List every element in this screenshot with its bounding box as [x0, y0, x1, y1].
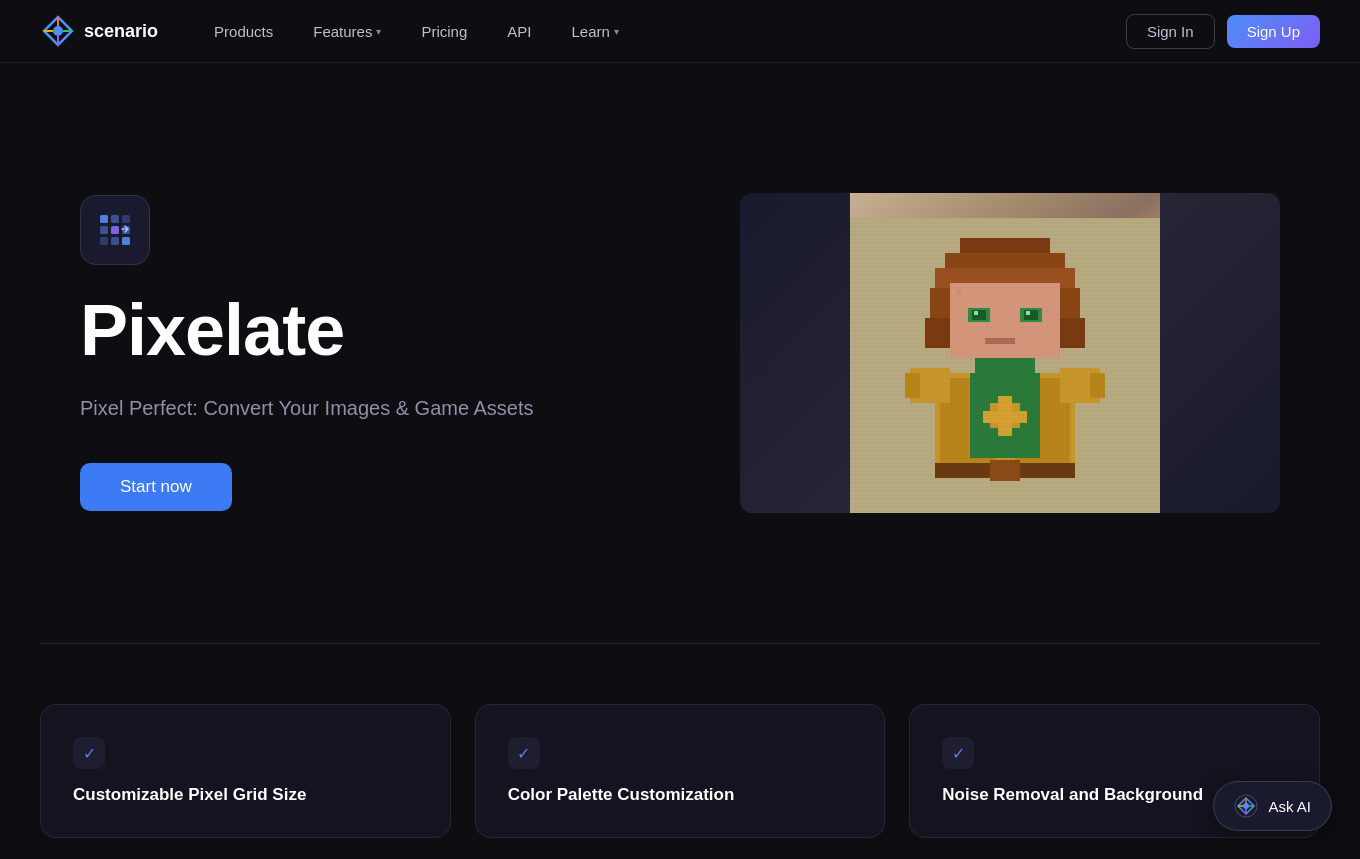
nav-features[interactable]: Features ▾	[297, 15, 397, 48]
logo-text: scenario	[84, 21, 158, 42]
hero-subtitle: Pixel Perfect: Convert Your Images & Gam…	[80, 393, 534, 423]
features-section: ✓ Customizable Pixel Grid Size ✓ Color P…	[0, 644, 1360, 859]
logo[interactable]: scenario	[40, 13, 158, 49]
feature-check-icon-2: ✓	[508, 737, 540, 769]
svg-rect-14	[111, 237, 119, 245]
features-chevron-icon: ▾	[376, 26, 381, 37]
ask-ai-button[interactable]: Ask AI	[1213, 781, 1332, 831]
nav-api[interactable]: API	[491, 15, 547, 48]
pixelate-icon	[96, 211, 134, 249]
hero-content: Pixelate Pixel Perfect: Convert Your Ima…	[80, 195, 534, 511]
svg-point-2	[53, 26, 63, 36]
logo-icon	[40, 13, 76, 49]
nav-pricing[interactable]: Pricing	[405, 15, 483, 48]
nav-learn[interactable]: Learn ▾	[556, 15, 635, 48]
learn-chevron-icon: ▾	[614, 26, 619, 37]
signup-button[interactable]: Sign Up	[1227, 15, 1320, 48]
nav-products[interactable]: Products	[198, 15, 289, 48]
feature-check-icon-1: ✓	[73, 737, 105, 769]
svg-rect-8	[111, 215, 119, 223]
signin-button[interactable]: Sign In	[1126, 14, 1215, 49]
hero-title: Pixelate	[80, 293, 534, 369]
product-icon	[80, 195, 150, 265]
ask-ai-icon	[1234, 794, 1258, 818]
svg-point-52	[1243, 803, 1249, 809]
start-now-button[interactable]: Start now	[80, 463, 232, 511]
feature-check-icon-3: ✓	[942, 737, 974, 769]
svg-rect-15	[122, 237, 130, 245]
navbar-right: Sign In Sign Up	[1126, 14, 1320, 49]
svg-rect-11	[111, 226, 119, 234]
hero-image	[740, 193, 1280, 513]
pixel-character-art	[850, 218, 1160, 513]
svg-rect-7	[100, 215, 108, 223]
navbar-left: scenario Products Features ▾ Pricing API…	[40, 13, 635, 49]
ask-ai-label: Ask AI	[1268, 798, 1311, 815]
hero-section: Pixelate Pixel Perfect: Convert Your Ima…	[0, 63, 1360, 643]
feature-title-1: Customizable Pixel Grid Size	[73, 785, 418, 805]
svg-rect-9	[122, 215, 130, 223]
navbar: scenario Products Features ▾ Pricing API…	[0, 0, 1360, 63]
feature-card-1: ✓ Customizable Pixel Grid Size	[40, 704, 451, 838]
feature-title-2: Color Palette Customization	[508, 785, 853, 805]
feature-card-2: ✓ Color Palette Customization	[475, 704, 886, 838]
hero-image-right-panel	[1160, 193, 1280, 513]
hero-image-center-panel	[850, 193, 1160, 513]
svg-rect-13	[100, 237, 108, 245]
nav-links: Products Features ▾ Pricing API Learn ▾	[198, 15, 635, 48]
features-grid: ✓ Customizable Pixel Grid Size ✓ Color P…	[40, 704, 1320, 838]
svg-rect-10	[100, 226, 108, 234]
hero-image-left-panel	[740, 193, 850, 513]
svg-rect-48	[850, 218, 1160, 513]
